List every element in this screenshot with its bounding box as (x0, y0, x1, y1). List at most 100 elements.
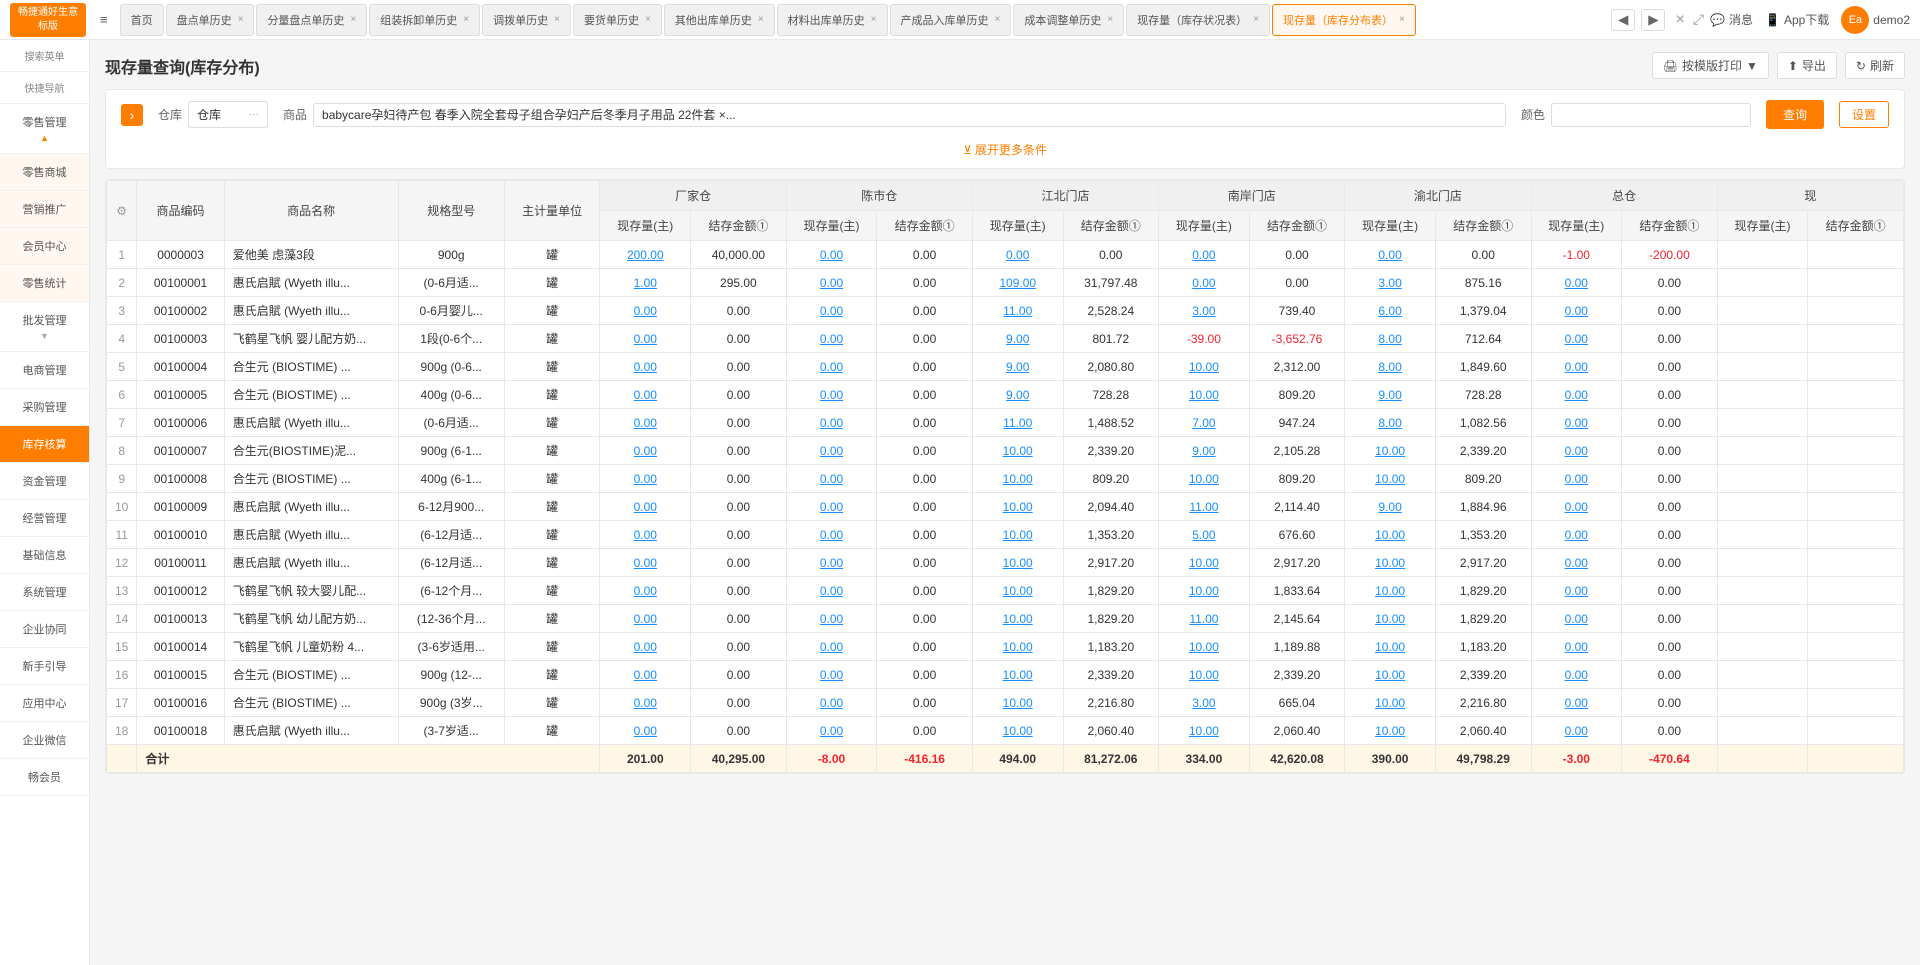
refresh-btn[interactable]: ↻ 刷新 (1845, 52, 1905, 79)
row-yb-stock[interactable]: 10.00 (1345, 633, 1436, 661)
row-na-stock[interactable]: -39.00 (1159, 325, 1250, 353)
settings-btn[interactable]: 设置 (1839, 101, 1889, 128)
row-yb-stock[interactable]: 8.00 (1345, 353, 1436, 381)
row-na-stock[interactable]: 10.00 (1159, 633, 1250, 661)
sidebar-item-system[interactable]: 系统管理 (0, 574, 89, 611)
row-na-stock[interactable]: 3.00 (1159, 689, 1250, 717)
row-na-stock[interactable]: 11.00 (1159, 605, 1250, 633)
row-c-stock[interactable]: 0.00 (786, 465, 877, 493)
row-c-stock[interactable]: 0.00 (786, 437, 877, 465)
sidebar-item-wholesale[interactable]: 批发管理 ▼ (0, 302, 89, 352)
row-t-stock[interactable]: 0.00 (1531, 521, 1622, 549)
row-t-stock[interactable]: 0.00 (1531, 689, 1622, 717)
color-input[interactable] (1551, 103, 1751, 127)
row-t-stock[interactable]: 0.00 (1531, 297, 1622, 325)
row-jb-stock[interactable]: 10.00 (972, 661, 1063, 689)
tab-stocktake[interactable]: 盘点单历史 × (166, 4, 255, 36)
row-c-stock[interactable]: 0.00 (786, 717, 877, 745)
row-jb-stock[interactable]: 10.00 (972, 633, 1063, 661)
tab-product-in[interactable]: 产成品入库单历史 × (890, 4, 1012, 36)
row-na-stock[interactable]: 10.00 (1159, 717, 1250, 745)
row-c-stock[interactable]: 0.00 (786, 493, 877, 521)
sidebar-item-enterprise-wx[interactable]: 企业微信 (0, 722, 89, 759)
sidebar-item-member[interactable]: 会员中心 (0, 228, 89, 265)
row-f-stock[interactable]: 0.00 (600, 661, 691, 689)
row-jb-stock[interactable]: 10.00 (972, 577, 1063, 605)
tab-material-out[interactable]: 材料出库单历史 × (777, 4, 888, 36)
row-c-stock[interactable]: 0.00 (786, 325, 877, 353)
row-t-stock[interactable]: 0.00 (1531, 465, 1622, 493)
tab-close-product-in[interactable]: × (995, 14, 1001, 25)
row-f-stock[interactable]: 0.00 (600, 325, 691, 353)
row-yb-stock[interactable]: 3.00 (1345, 269, 1436, 297)
row-f-stock[interactable]: 0.00 (600, 409, 691, 437)
row-jb-stock[interactable]: 9.00 (972, 353, 1063, 381)
row-yb-stock[interactable]: 10.00 (1345, 661, 1436, 689)
row-yb-stock[interactable]: 10.00 (1345, 549, 1436, 577)
row-yb-stock[interactable]: 10.00 (1345, 465, 1436, 493)
row-t-stock[interactable]: 0.00 (1531, 437, 1622, 465)
app-download-btn[interactable]: 📱 App下载 (1765, 11, 1829, 28)
row-c-stock[interactable]: 0.00 (786, 549, 877, 577)
row-na-stock[interactable]: 10.00 (1159, 353, 1250, 381)
row-t-stock[interactable]: 0.00 (1531, 269, 1622, 297)
row-c-stock[interactable]: 0.00 (786, 241, 877, 269)
row-f-stock[interactable]: 0.00 (600, 549, 691, 577)
row-na-stock[interactable]: 3.00 (1159, 297, 1250, 325)
row-f-stock[interactable]: 0.00 (600, 605, 691, 633)
tab-close-assembly[interactable]: × (463, 14, 469, 25)
row-jb-stock[interactable]: 10.00 (972, 465, 1063, 493)
row-t-stock[interactable]: 0.00 (1531, 493, 1622, 521)
row-f-stock[interactable]: 0.00 (600, 465, 691, 493)
tab-other-out[interactable]: 其他出库单历史 × (664, 4, 775, 36)
row-jb-stock[interactable]: 10.00 (972, 689, 1063, 717)
tab-maximize[interactable]: ⤢ (1693, 11, 1704, 28)
tab-close-transfer[interactable]: × (554, 14, 560, 25)
row-c-stock[interactable]: 0.00 (786, 521, 877, 549)
sidebar-item-finance[interactable]: 资金管理 (0, 463, 89, 500)
tab-stock-status[interactable]: 现存量（库存状况表） × (1126, 4, 1270, 36)
sidebar-item-enterprise[interactable]: 企业协同 (0, 611, 89, 648)
tab-transfer[interactable]: 调拨单历史 × (482, 4, 571, 36)
row-jb-stock[interactable]: 10.00 (972, 437, 1063, 465)
row-f-stock[interactable]: 1.00 (600, 269, 691, 297)
tab-close-stocktake[interactable]: × (238, 14, 244, 25)
row-c-stock[interactable]: 0.00 (786, 689, 877, 717)
row-jb-stock[interactable]: 10.00 (972, 717, 1063, 745)
tab-close-stock-dist[interactable]: × (1399, 14, 1405, 25)
row-c-stock[interactable]: 0.00 (786, 661, 877, 689)
row-na-stock[interactable]: 10.00 (1159, 381, 1250, 409)
goods-input[interactable] (313, 103, 1506, 127)
search-btn[interactable]: 查询 (1766, 100, 1824, 129)
tab-close-all[interactable]: × (1675, 11, 1684, 29)
export-btn[interactable]: ⬆ 导出 (1777, 52, 1837, 79)
sidebar-item-retail-mgmt[interactable]: 零售管理 ▲ (0, 104, 89, 154)
row-na-stock[interactable]: 11.00 (1159, 493, 1250, 521)
th-gear[interactable]: ⚙ (107, 181, 137, 241)
row-na-stock[interactable]: 0.00 (1159, 241, 1250, 269)
row-f-stock[interactable]: 200.00 (600, 241, 691, 269)
search-collapse-btn[interactable]: › (121, 104, 143, 126)
row-na-stock[interactable]: 7.00 (1159, 409, 1250, 437)
row-t-stock[interactable]: 0.00 (1531, 605, 1622, 633)
row-yb-stock[interactable]: 8.00 (1345, 325, 1436, 353)
row-c-stock[interactable]: 0.00 (786, 297, 877, 325)
row-jb-stock[interactable]: 9.00 (972, 325, 1063, 353)
sidebar-toggle[interactable]: ≡ (100, 12, 108, 27)
row-t-stock[interactable]: 0.00 (1531, 717, 1622, 745)
row-c-stock[interactable]: 0.00 (786, 605, 877, 633)
tab-close-requisition[interactable]: × (645, 14, 651, 25)
tab-nav-prev[interactable]: ◀ (1611, 9, 1635, 31)
row-c-stock[interactable]: 0.00 (786, 577, 877, 605)
row-yb-stock[interactable]: 10.00 (1345, 605, 1436, 633)
row-f-stock[interactable]: 0.00 (600, 493, 691, 521)
expand-conditions-btn[interactable]: ⊻ 展开更多条件 (963, 141, 1047, 158)
row-yb-stock[interactable]: 10.00 (1345, 437, 1436, 465)
row-t-stock[interactable]: -1.00 (1531, 241, 1622, 269)
tab-assembly[interactable]: 组装拆卸单历史 × (369, 4, 480, 36)
row-na-stock[interactable]: 0.00 (1159, 269, 1250, 297)
row-jb-stock[interactable]: 9.00 (972, 381, 1063, 409)
row-jb-stock[interactable]: 10.00 (972, 521, 1063, 549)
row-f-stock[interactable]: 0.00 (600, 437, 691, 465)
row-na-stock[interactable]: 5.00 (1159, 521, 1250, 549)
